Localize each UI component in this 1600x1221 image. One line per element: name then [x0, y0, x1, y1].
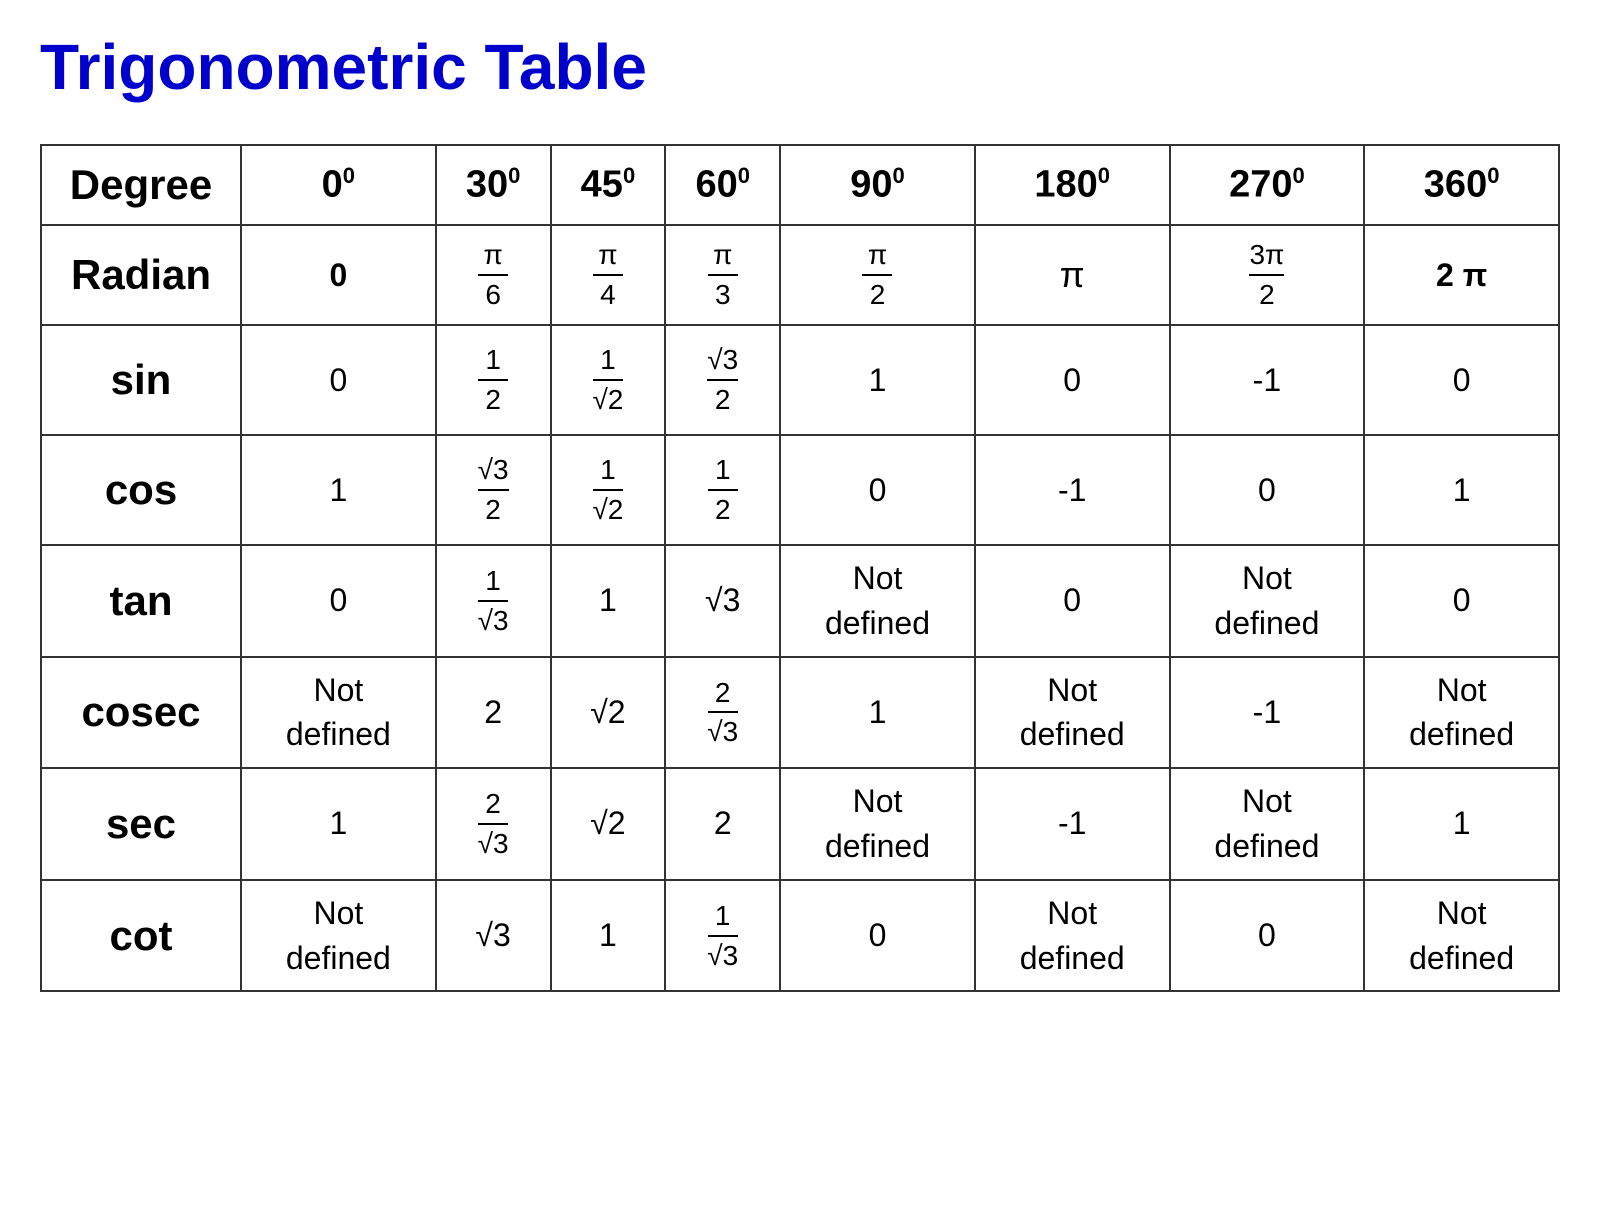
col-90deg: 900: [780, 145, 975, 225]
col-180deg: 1800: [975, 145, 1170, 225]
sec-30: 2 √3: [436, 768, 551, 880]
sec-label: sec: [41, 768, 241, 880]
cos-row: cos 1 √3 2 1 √2 1 2 0 -1 0 1: [41, 435, 1559, 545]
cos-90: 0: [780, 435, 975, 545]
cos-60: 1 2: [665, 435, 780, 545]
tan-0: 0: [241, 545, 436, 657]
sec-60: 2: [665, 768, 780, 880]
cos-270: 0: [1170, 435, 1365, 545]
tan-45: 1: [551, 545, 666, 657]
cosec-label: cosec: [41, 657, 241, 769]
col-0deg: 00: [241, 145, 436, 225]
radian-row: Radian 0 π 6 π 4 π 3 π 2 π: [41, 225, 1559, 325]
col-270deg: 2700: [1170, 145, 1365, 225]
header-row: Degree 00 300 450 600 900 1800 2700 3600: [41, 145, 1559, 225]
sin-row: sin 0 1 2 1 √2 √3 2 1 0 -1 0: [41, 325, 1559, 435]
cosec-270: -1: [1170, 657, 1365, 769]
cosec-60: 2 √3: [665, 657, 780, 769]
sin-45: 1 √2: [551, 325, 666, 435]
sec-90: Notdefined: [780, 768, 975, 880]
radian-60: π 3: [665, 225, 780, 325]
radian-30: π 6: [436, 225, 551, 325]
cos-180: -1: [975, 435, 1170, 545]
sin-360: 0: [1364, 325, 1559, 435]
sin-90: 1: [780, 325, 975, 435]
page-title: Trigonometric Table: [40, 30, 1560, 104]
trig-table: Degree 00 300 450 600 900 1800 2700 3600…: [40, 144, 1560, 992]
col-45deg: 450: [551, 145, 666, 225]
tan-row: tan 0 1 √3 1 √3 Notdefined 0 Notdefined …: [41, 545, 1559, 657]
cos-45: 1 √2: [551, 435, 666, 545]
tan-60: √3: [665, 545, 780, 657]
radian-360: 2 π: [1364, 225, 1559, 325]
cos-0: 1: [241, 435, 436, 545]
col-60deg: 600: [665, 145, 780, 225]
cot-270: 0: [1170, 880, 1365, 992]
cot-360: Notdefined: [1364, 880, 1559, 992]
radian-45: π 4: [551, 225, 666, 325]
sec-270: Notdefined: [1170, 768, 1365, 880]
sin-180: 0: [975, 325, 1170, 435]
cosec-180: Notdefined: [975, 657, 1170, 769]
cosec-30: 2: [436, 657, 551, 769]
tan-30: 1 √3: [436, 545, 551, 657]
radian-0: 0: [241, 225, 436, 325]
cot-30: √3: [436, 880, 551, 992]
tan-90: Notdefined: [780, 545, 975, 657]
cosec-360: Notdefined: [1364, 657, 1559, 769]
sin-label: sin: [41, 325, 241, 435]
cos-360: 1: [1364, 435, 1559, 545]
tan-270: Notdefined: [1170, 545, 1365, 657]
cot-label: cot: [41, 880, 241, 992]
col-360deg: 3600: [1364, 145, 1559, 225]
cot-90: 0: [780, 880, 975, 992]
cosec-90: 1: [780, 657, 975, 769]
sec-row: sec 1 2 √3 √2 2 Notdefined -1 Notdefined…: [41, 768, 1559, 880]
col-30deg: 300: [436, 145, 551, 225]
cot-0: Notdefined: [241, 880, 436, 992]
sin-30: 1 2: [436, 325, 551, 435]
sec-360: 1: [1364, 768, 1559, 880]
cosec-0: Notdefined: [241, 657, 436, 769]
tan-180: 0: [975, 545, 1170, 657]
sec-180: -1: [975, 768, 1170, 880]
cos-30: √3 2: [436, 435, 551, 545]
cosec-row: cosec Notdefined 2 √2 2 √3 1 Notdefined …: [41, 657, 1559, 769]
sec-0: 1: [241, 768, 436, 880]
cot-row: cot Notdefined √3 1 1 √3 0 Notdefined 0 …: [41, 880, 1559, 992]
radian-270: 3π 2: [1170, 225, 1365, 325]
degree-label: Degree: [41, 145, 241, 225]
cos-label: cos: [41, 435, 241, 545]
sec-45: √2: [551, 768, 666, 880]
radian-90: π 2: [780, 225, 975, 325]
cot-60: 1 √3: [665, 880, 780, 992]
cot-45: 1: [551, 880, 666, 992]
sin-0: 0: [241, 325, 436, 435]
radian-label: Radian: [41, 225, 241, 325]
sin-60: √3 2: [665, 325, 780, 435]
tan-360: 0: [1364, 545, 1559, 657]
tan-label: tan: [41, 545, 241, 657]
cosec-45: √2: [551, 657, 666, 769]
radian-180: π: [975, 225, 1170, 325]
cot-180: Notdefined: [975, 880, 1170, 992]
sin-270: -1: [1170, 325, 1365, 435]
